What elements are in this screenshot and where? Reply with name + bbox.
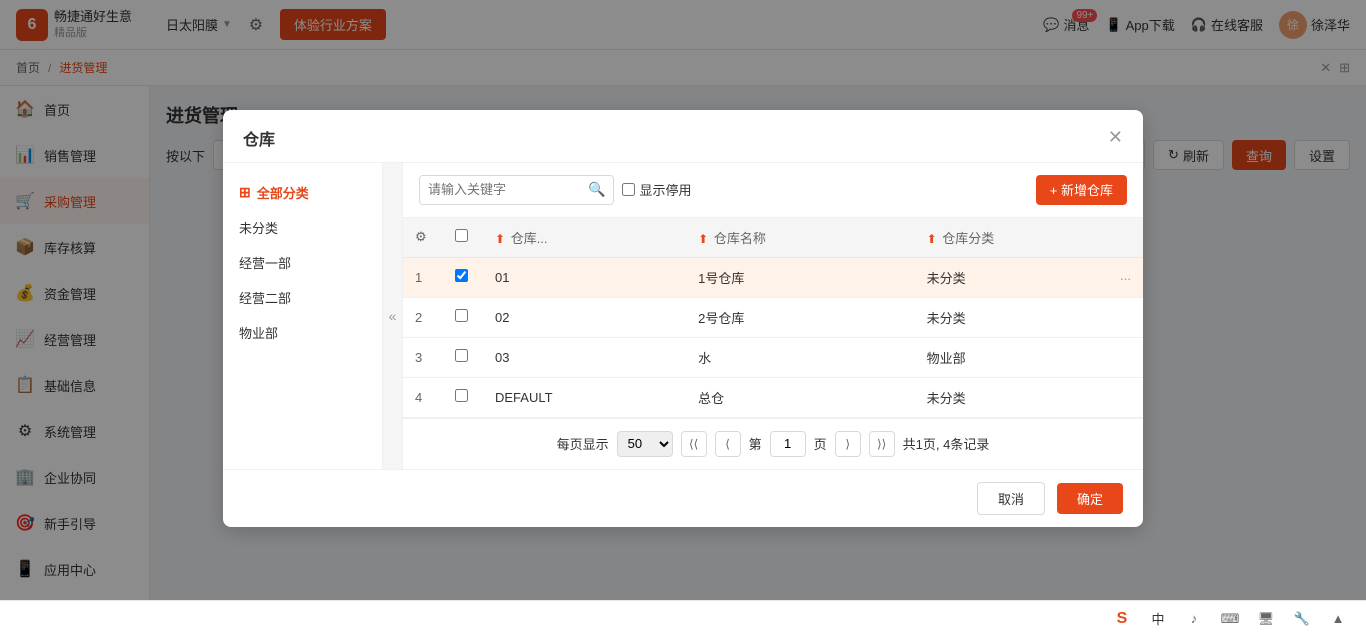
category-dept2[interactable]: 经营二部 bbox=[223, 280, 382, 315]
row-name: 1号仓库 bbox=[686, 257, 914, 297]
table-header-row: ⚙ ⬆ 仓库... ⬆ 仓库名称 bbox=[403, 218, 1143, 258]
page-unit: 页 bbox=[814, 434, 827, 453]
modal-category-sidebar: ⊞ 全部分类 未分类 经营一部 经营二部 物业部 bbox=[223, 163, 383, 469]
row-checkbox[interactable] bbox=[455, 309, 468, 322]
row-checkbox[interactable] bbox=[455, 389, 468, 402]
search-input[interactable] bbox=[428, 182, 588, 197]
total-info: 共1页, 4条记录 bbox=[903, 434, 990, 453]
per-page-label: 每页显示 bbox=[557, 434, 609, 453]
row-actions-btn[interactable]: ... bbox=[1120, 268, 1131, 283]
row-category: 未分类 bbox=[915, 297, 1143, 337]
show-disabled-checkbox[interactable] bbox=[622, 183, 635, 196]
category-dept1[interactable]: 经营一部 bbox=[223, 245, 382, 280]
sort-icon-code: ⬆ bbox=[495, 232, 505, 246]
category-property[interactable]: 物业部 bbox=[223, 315, 382, 350]
sort-icon-category: ⬆ bbox=[927, 232, 937, 246]
check-all-checkbox[interactable] bbox=[455, 229, 468, 242]
modal-title: 仓库 bbox=[243, 126, 275, 150]
confirm-btn[interactable]: 确定 bbox=[1057, 483, 1123, 514]
modal-overlay: 仓库 ✕ ⊞ 全部分类 未分类 经营一部 经营二部 物业部 « bbox=[0, 0, 1366, 636]
row-checkbox[interactable] bbox=[455, 349, 468, 362]
arrow-down-icon[interactable]: ▲ bbox=[1326, 607, 1350, 631]
cancel-btn[interactable]: 取消 bbox=[977, 482, 1045, 515]
first-page-btn[interactable]: ⟨⟨ bbox=[681, 431, 707, 457]
row-code: 03 bbox=[483, 337, 686, 377]
monitor-icon[interactable]: 🖥 bbox=[1254, 607, 1278, 631]
modal-close-btn[interactable]: ✕ bbox=[1108, 127, 1123, 148]
row-checkbox-cell bbox=[443, 257, 483, 297]
prev-page-btn[interactable]: ⟨ bbox=[715, 431, 741, 457]
th-gear: ⚙ bbox=[403, 218, 443, 258]
row-code: DEFAULT bbox=[483, 377, 686, 417]
ime-icon[interactable]: 中 bbox=[1146, 607, 1170, 631]
tool-icon[interactable]: 🔧 bbox=[1290, 607, 1314, 631]
show-disabled-checkbox-label[interactable]: 显示停用 bbox=[622, 180, 691, 199]
warehouse-table: ⚙ ⬆ 仓库... ⬆ 仓库名称 bbox=[403, 218, 1143, 418]
modal-header: 仓库 ✕ bbox=[223, 110, 1143, 163]
modal-table-area: 🔍 显示停用 + 新增仓库 ⚙ bbox=[403, 163, 1143, 469]
row-checkbox-cell bbox=[443, 297, 483, 337]
table-row[interactable]: 2 02 2号仓库 未分类 bbox=[403, 297, 1143, 337]
th-name: ⬆ 仓库名称 bbox=[686, 218, 914, 258]
sidebar-collapse-btn[interactable]: « bbox=[383, 163, 403, 469]
table-row[interactable]: 3 03 水 物业部 bbox=[403, 337, 1143, 377]
category-all[interactable]: ⊞ 全部分类 bbox=[223, 175, 382, 210]
table-row[interactable]: 4 DEFAULT 总仓 未分类 bbox=[403, 377, 1143, 417]
row-code: 02 bbox=[483, 297, 686, 337]
sort-icon-name: ⬆ bbox=[698, 232, 708, 246]
modal-toolbar: 🔍 显示停用 + 新增仓库 bbox=[403, 163, 1143, 218]
row-checkbox-cell bbox=[443, 377, 483, 417]
row-more[interactable]: 1 bbox=[403, 257, 443, 297]
th-code: ⬆ 仓库... bbox=[483, 218, 686, 258]
th-category: ⬆ 仓库分类 bbox=[915, 218, 1143, 258]
search-input-wrap: 🔍 bbox=[419, 175, 614, 205]
new-warehouse-btn[interactable]: + 新增仓库 bbox=[1036, 175, 1127, 205]
modal-actions: 取消 确定 bbox=[223, 469, 1143, 527]
table-row[interactable]: 1 01 1号仓库 未分类... bbox=[403, 257, 1143, 297]
last-page-btn[interactable]: ⟩⟩ bbox=[869, 431, 895, 457]
row-checkbox-cell bbox=[443, 337, 483, 377]
pagination: 每页显示 50 20 100 ⟨⟨ ⟨ 第 页 ⟩ ⟩⟩ 共1页, 4条记录 bbox=[403, 418, 1143, 469]
page-number-input[interactable] bbox=[770, 431, 806, 457]
row-category: 未分类... bbox=[915, 257, 1143, 297]
row-name: 2号仓库 bbox=[686, 297, 914, 337]
th-check bbox=[443, 218, 483, 258]
row-code: 01 bbox=[483, 257, 686, 297]
next-page-btn[interactable]: ⟩ bbox=[835, 431, 861, 457]
row-category: 未分类 bbox=[915, 377, 1143, 417]
page-label: 第 bbox=[749, 434, 762, 453]
modal-body: ⊞ 全部分类 未分类 经营一部 经营二部 物业部 « 🔍 bbox=[223, 163, 1143, 469]
row-category: 物业部 bbox=[915, 337, 1143, 377]
grid-icon: ⊞ bbox=[239, 184, 251, 201]
page-size-select[interactable]: 50 20 100 bbox=[617, 431, 673, 457]
row-more[interactable]: 3 bbox=[403, 337, 443, 377]
bottom-bar: S 中 ♪ ⌨ 🖥 🔧 ▲ bbox=[0, 600, 1366, 636]
category-unclassified[interactable]: 未分类 bbox=[223, 210, 382, 245]
row-more[interactable]: 4 bbox=[403, 377, 443, 417]
keyboard-icon[interactable]: ⌨ bbox=[1218, 607, 1242, 631]
row-name: 水 bbox=[686, 337, 914, 377]
row-more[interactable]: 2 bbox=[403, 297, 443, 337]
row-checkbox[interactable] bbox=[455, 269, 468, 282]
sound-icon[interactable]: ♪ bbox=[1182, 607, 1206, 631]
row-name: 总仓 bbox=[686, 377, 914, 417]
sogou-icon[interactable]: S bbox=[1110, 607, 1134, 631]
search-icon[interactable]: 🔍 bbox=[588, 181, 605, 198]
warehouse-modal: 仓库 ✕ ⊞ 全部分类 未分类 经营一部 经营二部 物业部 « bbox=[223, 110, 1143, 527]
